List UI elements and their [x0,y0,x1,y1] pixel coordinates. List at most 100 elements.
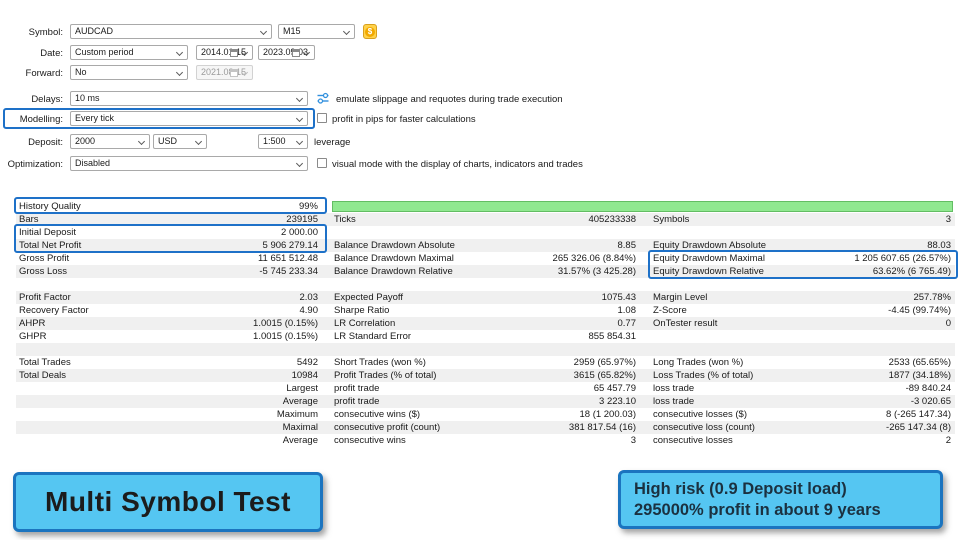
stat-value: 405233338 [588,214,636,225]
stat-label [651,330,811,343]
stat-label: Balance Drawdown Absolute [334,240,455,251]
chevron-down-icon [259,27,268,36]
custom-delay-settings-icon[interactable] [316,91,330,105]
stat-value [166,343,320,356]
deposit-currency-select[interactable]: USD [153,134,207,149]
forward-date-picker: 2021.08.15 [196,65,253,80]
chevron-down-icon [295,159,304,168]
leverage-value: 1:500 [263,136,286,146]
delays-select[interactable]: 10 ms [70,91,308,106]
symbol-select[interactable]: AUDCAD [70,24,272,39]
stat-label: Expected Payoff [334,292,404,303]
stats-row: Average consecutive wins 3 consecutive loss… [16,434,955,447]
history-quality-bar [332,201,953,212]
chevron-down-icon [137,137,146,146]
stat-value [502,278,638,291]
stat-label: Sharpe Ratio [334,305,390,316]
stat-value: 0 [945,318,951,329]
stat-label: profit trade [334,383,380,394]
deposit-currency-icon[interactable]: $ [363,24,377,39]
stat-value: 1 205 607.65 (26.57%) [854,253,951,264]
forward-mode-select[interactable]: No [70,65,188,80]
deposit-amount-select[interactable]: 2000 [70,134,150,149]
stat-value: Average [282,396,318,407]
profit-in-pips-checkbox[interactable] [317,113,327,123]
stat-value: 2533 (65.65%) [888,357,951,368]
stat-label [651,278,811,291]
stat-value: 3615 (65.82%) [573,370,636,381]
stat-label [332,343,502,356]
symbol-label: Symbol: [28,27,63,38]
modelling-select[interactable]: Every tick [70,111,308,126]
date-to-picker[interactable]: 2023.09.03 [258,45,315,60]
date-from-picker[interactable]: 2014.01.15 [196,45,253,60]
visual-mode-label: visual mode with the display of charts, … [332,159,583,170]
stat-label: Profit Trades (% of total) [334,370,437,381]
dollar-glyph: $ [365,26,375,37]
stats-row: Bars 239195 Ticks 405233338 Symbols 3 [16,213,955,226]
visual-mode-checkbox[interactable] [317,158,327,168]
stat-label: Short Trades (won %) [334,357,426,368]
forward-label: Forward: [25,68,63,79]
stat-value [811,330,953,343]
stat-label: consecutive losses [653,435,733,446]
stat-label: Equity Drawdown Absolute [653,240,767,251]
callout-multi-symbol-test: Multi Symbol Test [13,472,323,532]
stat-label [16,278,166,291]
leverage-select[interactable]: 1:500 [258,134,308,149]
stat-value: 3 [945,214,951,225]
stat-value [811,343,953,356]
stat-label [16,395,166,408]
stat-value: Maximal [282,422,318,433]
stat-value: 265 326.06 (8.84%) [552,253,636,264]
deposit-amount-value: 2000 [75,136,96,146]
stat-value: -3 020.65 [910,396,951,407]
stat-value: 2 [945,435,951,446]
stat-label: Equity Drawdown Maximal [653,253,765,264]
stat-label [651,343,811,356]
date-mode-value: Custom period [75,47,134,57]
stats-row: Gross Profit 11 651 512.48 Balance Drawdow… [16,252,955,265]
chevron-down-icon [295,114,304,123]
stat-label: Balance Drawdown Maximal [334,253,454,264]
stat-value: Average [282,435,318,446]
chevron-down-icon [175,68,184,77]
stat-value: -4.45 (99.74%) [888,305,951,316]
delays-note: emulate slippage and requotes during tra… [336,94,563,105]
chevron-down-icon [295,94,304,103]
stat-value: 8.85 [617,240,637,251]
stat-label: loss trade [653,383,695,394]
stat-label: GHPR [19,331,47,342]
stat-label [16,434,166,447]
stat-label: consecutive losses ($) [653,409,747,420]
optimization-select[interactable]: Disabled [70,156,308,171]
date-mode-select[interactable]: Custom period [70,45,188,60]
stats-row: Gross Loss -5 745 233.34 Balance Drawdown … [16,265,955,278]
stat-label: consecutive loss (count) [653,422,755,433]
chevron-down-icon [194,137,203,146]
stat-value: 88.03 [927,240,951,251]
forward-date-value: 2021.08.15 [201,67,247,77]
stat-value [811,278,953,291]
stats-row: Maximum consecutive wins ($) 18 (1 200.03)… [16,408,955,421]
timeframe-select[interactable]: M15 [278,24,355,39]
stat-label: Symbols [653,214,690,225]
stat-label: Gross Loss [19,266,68,277]
stat-label: AHPR [19,318,46,329]
history-quality-bar-track [332,200,955,213]
stat-label: Total Trades [19,357,71,368]
stat-label: Total Deals [19,370,66,381]
stat-value: 381 817.54 (16) [568,422,636,433]
stat-value: 257.78% [913,292,951,303]
stat-label: Loss Trades (% of total) [653,370,754,381]
stats-row: Maximal consecutive profit (count) 381 817… [16,421,955,434]
deposit-currency-value: USD [158,136,178,146]
stat-value: 10984 [291,370,318,381]
deposit-label: Deposit: [28,137,63,148]
stat-label [332,226,502,239]
stat-label: History Quality [19,201,81,212]
stat-value: 3 223.10 [599,396,636,407]
chevron-down-icon [295,137,304,146]
chevron-down-icon [342,27,351,36]
stat-label: Z-Score [653,305,687,316]
